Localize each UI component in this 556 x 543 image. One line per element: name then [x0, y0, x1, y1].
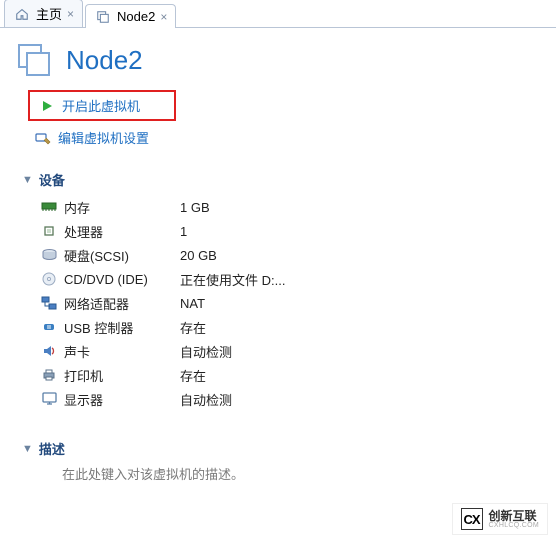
device-row-printer[interactable]: 打印机 存在 — [40, 363, 556, 387]
device-row-sound[interactable]: 声卡 自动检测 — [40, 339, 556, 363]
collapse-icon: ▼ — [22, 443, 33, 455]
device-value: 20 GB — [180, 248, 330, 263]
sound-icon — [40, 344, 58, 358]
device-label: 网络适配器 — [64, 294, 129, 313]
page-title: Node2 — [66, 45, 143, 76]
tab-node2[interactable]: Node2 × — [85, 4, 176, 28]
device-value: 自动检测 — [180, 390, 330, 409]
vm-title-icon — [14, 40, 54, 80]
device-value: NAT — [180, 296, 330, 311]
tab-bar: 主页 × Node2 × — [0, 0, 556, 28]
devices-header[interactable]: ▼ 设备 — [22, 170, 556, 189]
description-section: ▼ 描述 在此处键入对该虚拟机的描述。 — [0, 429, 556, 483]
device-label: 声卡 — [64, 342, 90, 361]
display-icon — [40, 392, 58, 406]
close-icon[interactable]: × — [160, 11, 167, 23]
device-row-cddvd[interactable]: CD/DVD (IDE) 正在使用文件 D:... — [40, 267, 556, 291]
watermark-logo: CX — [461, 508, 483, 530]
device-label: 硬盘(SCSI) — [64, 246, 129, 265]
vm-group-icon — [94, 10, 112, 24]
highlight-power-on: 开启此虚拟机 — [28, 90, 176, 121]
description-header[interactable]: ▼ 描述 — [22, 439, 556, 458]
actions-area: 开启此虚拟机 编辑虚拟机设置 — [0, 90, 556, 160]
device-label: CD/DVD (IDE) — [64, 272, 148, 287]
devices-header-label: 设备 — [39, 170, 65, 189]
watermark-en: CXHLCQ.COM — [489, 522, 539, 529]
device-label: USB 控制器 — [64, 318, 133, 337]
title-area: Node2 — [0, 28, 556, 90]
close-icon[interactable]: × — [67, 8, 74, 20]
device-value: 1 GB — [180, 200, 330, 215]
edit-settings-label: 编辑虚拟机设置 — [58, 128, 149, 147]
edit-settings-button[interactable]: 编辑虚拟机设置 — [28, 125, 155, 150]
device-label: 打印机 — [64, 366, 103, 385]
power-on-button[interactable]: 开启此虚拟机 — [32, 93, 146, 118]
description-header-label: 描述 — [39, 439, 65, 458]
device-row-memory[interactable]: 内存 1 GB — [40, 195, 556, 219]
home-icon — [13, 7, 31, 21]
cd-icon — [40, 272, 58, 286]
device-value: 自动检测 — [180, 342, 330, 361]
watermark-cn: 创新互联 — [489, 510, 539, 522]
device-value: 正在使用文件 D:... — [180, 270, 330, 289]
device-value: 1 — [180, 224, 330, 239]
network-icon — [40, 296, 58, 310]
device-row-processor[interactable]: 处理器 1 — [40, 219, 556, 243]
play-icon — [38, 99, 56, 113]
device-row-display[interactable]: 显示器 自动检测 — [40, 387, 556, 411]
watermark: CX 创新互联 CXHLCQ.COM — [452, 503, 548, 535]
description-placeholder[interactable]: 在此处键入对该虚拟机的描述。 — [22, 464, 556, 483]
device-value: 存在 — [180, 318, 330, 337]
device-row-network[interactable]: 网络适配器 NAT — [40, 291, 556, 315]
collapse-icon: ▼ — [22, 174, 33, 186]
tab-home-label: 主页 — [36, 4, 62, 23]
device-label: 显示器 — [64, 390, 103, 409]
device-label: 内存 — [64, 198, 90, 217]
devices-section: ▼ 设备 内存 1 GB 处理器 1 — [0, 160, 556, 411]
device-row-harddisk[interactable]: 硬盘(SCSI) 20 GB — [40, 243, 556, 267]
device-label: 处理器 — [64, 222, 103, 241]
usb-icon — [40, 320, 58, 334]
disk-icon — [40, 249, 58, 261]
printer-icon — [40, 368, 58, 382]
memory-icon — [40, 201, 58, 213]
device-row-usb[interactable]: USB 控制器 存在 — [40, 315, 556, 339]
tab-node2-label: Node2 — [117, 9, 155, 24]
settings-wrench-icon — [34, 131, 52, 145]
power-on-label: 开启此虚拟机 — [62, 96, 140, 115]
device-value: 存在 — [180, 366, 330, 385]
processor-icon — [40, 224, 58, 238]
device-list: 内存 1 GB 处理器 1 硬盘(SCSI) 20 GB — [22, 195, 556, 411]
tab-home[interactable]: 主页 × — [4, 0, 83, 27]
